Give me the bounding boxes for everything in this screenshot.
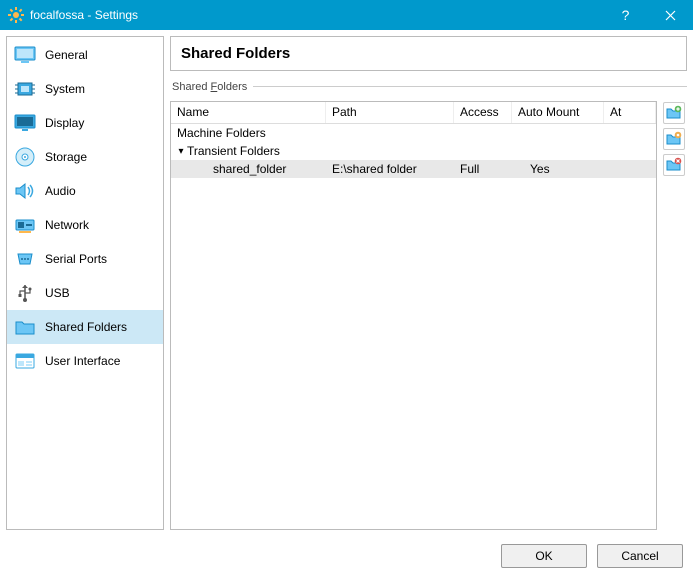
ok-button[interactable]: OK <box>501 544 587 568</box>
sidebar-item-label: Network <box>45 218 89 232</box>
sidebar-item-user-interface[interactable]: User Interface <box>7 344 163 378</box>
column-header-path[interactable]: Path <box>326 102 454 123</box>
fieldset-label: Shared Folders <box>172 81 247 93</box>
audio-speaker-icon <box>13 179 37 203</box>
add-folder-button[interactable] <box>663 102 685 124</box>
sidebar-item-usb[interactable]: USB <box>7 276 163 310</box>
column-header-automount[interactable]: Auto Mount <box>512 102 604 123</box>
table-header: Name Path Access Auto Mount At <box>171 102 656 124</box>
cell-path: E:\shared folder <box>326 162 454 176</box>
user-interface-icon <box>13 349 37 373</box>
close-button[interactable] <box>648 0 693 30</box>
group-row-machine-folders[interactable]: Machine Folders <box>171 124 656 142</box>
storage-disk-icon <box>13 145 37 169</box>
sidebar-item-label: Shared Folders <box>45 320 127 334</box>
table-row[interactable]: shared_folder E:\shared folder Full Yes <box>171 160 656 178</box>
sidebar-item-label: Storage <box>45 150 87 164</box>
cell-name: shared_folder <box>171 162 326 176</box>
column-header-access[interactable]: Access <box>454 102 512 123</box>
sidebar-item-label: USB <box>45 286 70 300</box>
sidebar-item-label: Display <box>45 116 84 130</box>
sidebar-item-label: Audio <box>45 184 76 198</box>
sidebar-item-label: User Interface <box>45 354 120 368</box>
column-header-at[interactable]: At <box>604 102 656 123</box>
fieldset-divider <box>253 86 687 87</box>
edit-folder-button[interactable] <box>663 128 685 150</box>
serial-port-icon <box>13 247 37 271</box>
network-card-icon <box>13 213 37 237</box>
sidebar-item-display[interactable]: Display <box>7 106 163 140</box>
shared-folders-icon <box>13 315 37 339</box>
fieldset-shared-folders: Shared Folders <box>170 77 687 95</box>
table-body: Machine Folders ▾ Transient Folders shar… <box>171 124 656 178</box>
sidebar-item-audio[interactable]: Audio <box>7 174 163 208</box>
sidebar-item-general[interactable]: General <box>7 38 163 72</box>
general-icon <box>13 43 37 67</box>
sidebar-item-storage[interactable]: Storage <box>7 140 163 174</box>
titlebar: focalfossa - Settings ? <box>0 0 693 30</box>
sidebar: General System Display Storage Audio Net… <box>6 36 164 530</box>
cell-access: Full <box>454 162 512 176</box>
page-title: Shared Folders <box>170 36 687 71</box>
footer: OK Cancel <box>0 536 693 576</box>
sidebar-item-shared-folders[interactable]: Shared Folders <box>7 310 163 344</box>
sidebar-item-network[interactable]: Network <box>7 208 163 242</box>
group-row-transient-folders[interactable]: ▾ Transient Folders <box>171 142 656 160</box>
sidebar-item-serial-ports[interactable]: Serial Ports <box>7 242 163 276</box>
main-panel: Shared Folders Shared Folders Name Path … <box>170 36 687 530</box>
cancel-button[interactable]: Cancel <box>597 544 683 568</box>
sidebar-item-label: System <box>45 82 85 96</box>
group-label: Machine Folders <box>171 126 326 140</box>
table-area: Name Path Access Auto Mount At Machine F… <box>170 101 687 530</box>
sidebar-item-system[interactable]: System <box>7 72 163 106</box>
sidebar-item-label: Serial Ports <box>45 252 107 266</box>
window-title: focalfossa - Settings <box>30 8 603 22</box>
display-monitor-icon <box>13 111 37 135</box>
group-label: Transient Folders <box>187 144 286 158</box>
column-header-name[interactable]: Name <box>171 102 326 123</box>
cell-automount: Yes <box>512 162 604 176</box>
sidebar-item-label: General <box>45 48 88 62</box>
side-buttons <box>663 101 687 530</box>
remove-folder-button[interactable] <box>663 154 685 176</box>
settings-gear-icon <box>8 7 24 23</box>
shared-folders-table: Name Path Access Auto Mount At Machine F… <box>170 101 657 530</box>
help-button[interactable]: ? <box>603 0 648 30</box>
usb-icon <box>13 281 37 305</box>
body: General System Display Storage Audio Net… <box>0 30 693 536</box>
system-chip-icon <box>13 77 37 101</box>
chevron-down-icon[interactable]: ▾ <box>175 146 187 157</box>
